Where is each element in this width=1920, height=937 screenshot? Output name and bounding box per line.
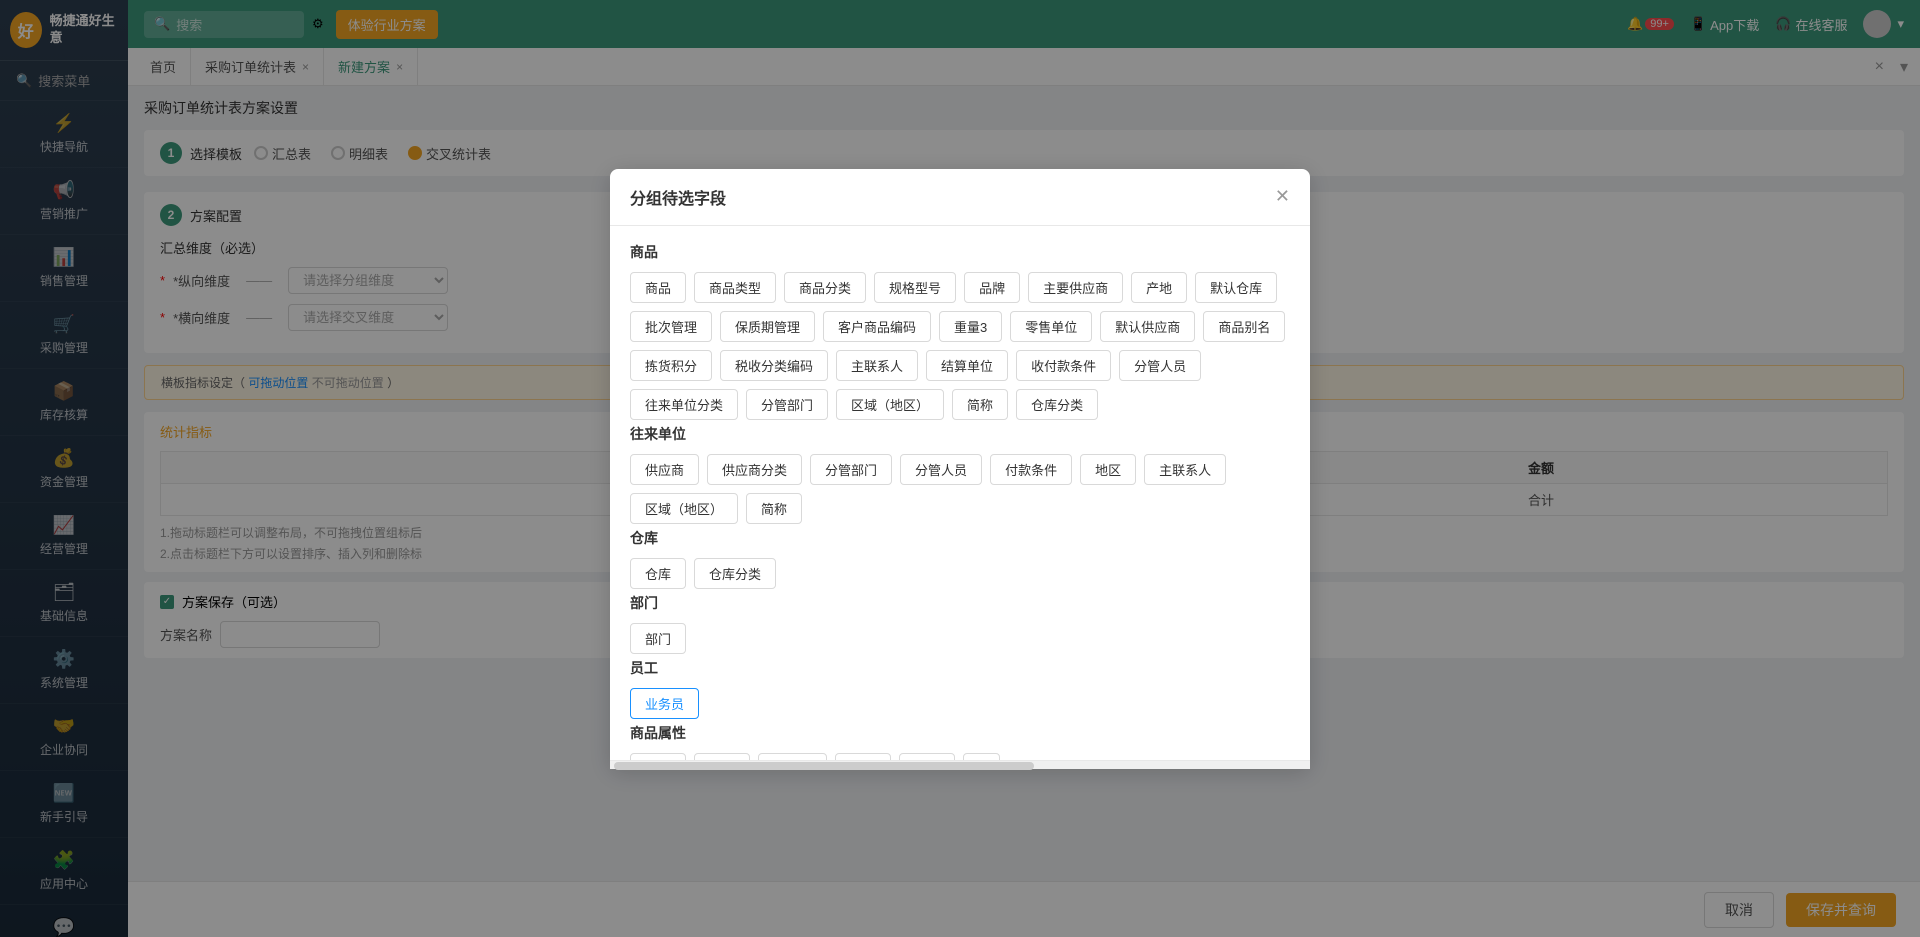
modal-tag[interactable]: 规格型号 bbox=[874, 272, 956, 303]
modal-tag[interactable]: 分管人员 bbox=[900, 454, 982, 485]
modal-overlay[interactable]: 分组待选字段 ✕ 商品 商品 商品类型 商品分类 规格型号 品牌 主要供应商 产… bbox=[0, 0, 1920, 937]
modal-tag[interactable]: 区域（地区） bbox=[630, 493, 738, 524]
modal-section-warehouse-title: 仓库 bbox=[630, 528, 1290, 548]
modal-section-goods-attr-title: 商品属性 bbox=[630, 723, 1290, 743]
modal-tag[interactable]: 仓库分类 bbox=[694, 558, 776, 589]
modal-tag[interactable]: 保质期管理 bbox=[720, 311, 815, 342]
modal-tag[interactable]: 主联系人 bbox=[1144, 454, 1226, 485]
modal-tag[interactable]: 分管部门 bbox=[810, 454, 892, 485]
modal-tag[interactable]: 商品别名 bbox=[1203, 311, 1285, 342]
modal-tag[interactable]: 分管部门 bbox=[746, 389, 828, 420]
modal-horizontal-scrollbar-thumb bbox=[614, 762, 1034, 770]
modal-section-partner-title: 往来单位 bbox=[630, 424, 1290, 444]
modal-tags-goods-attr: 属性 颜色 多规格 尺码 鞋码 1 bbox=[630, 753, 1290, 760]
modal-tag[interactable]: 产地 bbox=[1131, 272, 1187, 303]
modal-close-button[interactable]: ✕ bbox=[1275, 186, 1290, 207]
modal-tag[interactable]: 结算单位 bbox=[926, 350, 1008, 381]
modal-horizontal-scrollbar[interactable] bbox=[610, 760, 1310, 769]
modal-section-goods-attr: 商品属性 属性 颜色 多规格 尺码 鞋码 1 bbox=[630, 723, 1290, 760]
modal-tag[interactable]: 默认仓库 bbox=[1195, 272, 1277, 303]
modal-tag[interactable]: 供应商分类 bbox=[707, 454, 802, 485]
modal-tag[interactable]: 属性 bbox=[630, 753, 686, 760]
modal-tag[interactable]: 地区 bbox=[1080, 454, 1136, 485]
modal-tag[interactable]: 简称 bbox=[746, 493, 802, 524]
modal-tag[interactable]: 品牌 bbox=[964, 272, 1020, 303]
modal-tag[interactable]: 区域（地区） bbox=[836, 389, 944, 420]
modal-tags-partner: 供应商 供应商分类 分管部门 分管人员 付款条件 地区 主联系人 区域（地区） … bbox=[630, 454, 1290, 524]
modal-tags-warehouse: 仓库 仓库分类 bbox=[630, 558, 1290, 589]
modal-tag[interactable]: 分管人员 bbox=[1119, 350, 1201, 381]
modal-tag[interactable]: 商品 bbox=[630, 272, 686, 303]
modal-header: 分组待选字段 ✕ bbox=[610, 169, 1310, 226]
modal-tag[interactable]: 主联系人 bbox=[836, 350, 918, 381]
modal-tag[interactable]: 1 bbox=[963, 753, 1000, 760]
modal-tag[interactable]: 往来单位分类 bbox=[630, 389, 738, 420]
modal-tag[interactable]: 商品类型 bbox=[694, 272, 776, 303]
modal-section-employee: 员工 业务员 bbox=[630, 658, 1290, 719]
modal-section-department: 部门 部门 bbox=[630, 593, 1290, 654]
modal-dialog: 分组待选字段 ✕ 商品 商品 商品类型 商品分类 规格型号 品牌 主要供应商 产… bbox=[610, 169, 1310, 769]
modal-tag[interactable]: 仓库分类 bbox=[1016, 389, 1098, 420]
modal-section-department-title: 部门 bbox=[630, 593, 1290, 613]
modal-tag[interactable]: 收付款条件 bbox=[1016, 350, 1111, 381]
modal-tag[interactable]: 部门 bbox=[630, 623, 686, 654]
modal-tag[interactable]: 供应商 bbox=[630, 454, 699, 485]
modal-title: 分组待选字段 bbox=[630, 185, 726, 209]
modal-tag[interactable]: 鞋码 bbox=[899, 753, 955, 760]
modal-tag[interactable]: 多规格 bbox=[758, 753, 827, 760]
modal-tag[interactable]: 尺码 bbox=[835, 753, 891, 760]
modal-tag[interactable]: 拣货积分 bbox=[630, 350, 712, 381]
modal-tags-employee: 业务员 bbox=[630, 688, 1290, 719]
modal-tag[interactable]: 简称 bbox=[952, 389, 1008, 420]
modal-section-goods: 商品 商品 商品类型 商品分类 规格型号 品牌 主要供应商 产地 默认仓库 批次… bbox=[630, 242, 1290, 420]
modal-tag[interactable]: 主要供应商 bbox=[1028, 272, 1123, 303]
modal-tag[interactable]: 付款条件 bbox=[990, 454, 1072, 485]
modal-tags-goods: 商品 商品类型 商品分类 规格型号 品牌 主要供应商 产地 默认仓库 批次管理 … bbox=[630, 272, 1290, 420]
modal-tag-highlighted[interactable]: 业务员 bbox=[630, 688, 699, 719]
modal-tag[interactable]: 颜色 bbox=[694, 753, 750, 760]
modal-section-employee-title: 员工 bbox=[630, 658, 1290, 678]
modal-tag[interactable]: 零售单位 bbox=[1010, 311, 1092, 342]
modal-tag[interactable]: 批次管理 bbox=[630, 311, 712, 342]
modal-body: 商品 商品 商品类型 商品分类 规格型号 品牌 主要供应商 产地 默认仓库 批次… bbox=[610, 226, 1310, 760]
modal-section-goods-title: 商品 bbox=[630, 242, 1290, 262]
modal-section-partner: 往来单位 供应商 供应商分类 分管部门 分管人员 付款条件 地区 主联系人 区域… bbox=[630, 424, 1290, 524]
modal-tag[interactable]: 仓库 bbox=[630, 558, 686, 589]
modal-tag[interactable]: 商品分类 bbox=[784, 272, 866, 303]
modal-tag[interactable]: 税收分类编码 bbox=[720, 350, 828, 381]
modal-tag[interactable]: 重量3 bbox=[939, 311, 1002, 342]
modal-tag[interactable]: 客户商品编码 bbox=[823, 311, 931, 342]
modal-section-warehouse: 仓库 仓库 仓库分类 bbox=[630, 528, 1290, 589]
modal-tag[interactable]: 默认供应商 bbox=[1100, 311, 1195, 342]
modal-tags-department: 部门 bbox=[630, 623, 1290, 654]
